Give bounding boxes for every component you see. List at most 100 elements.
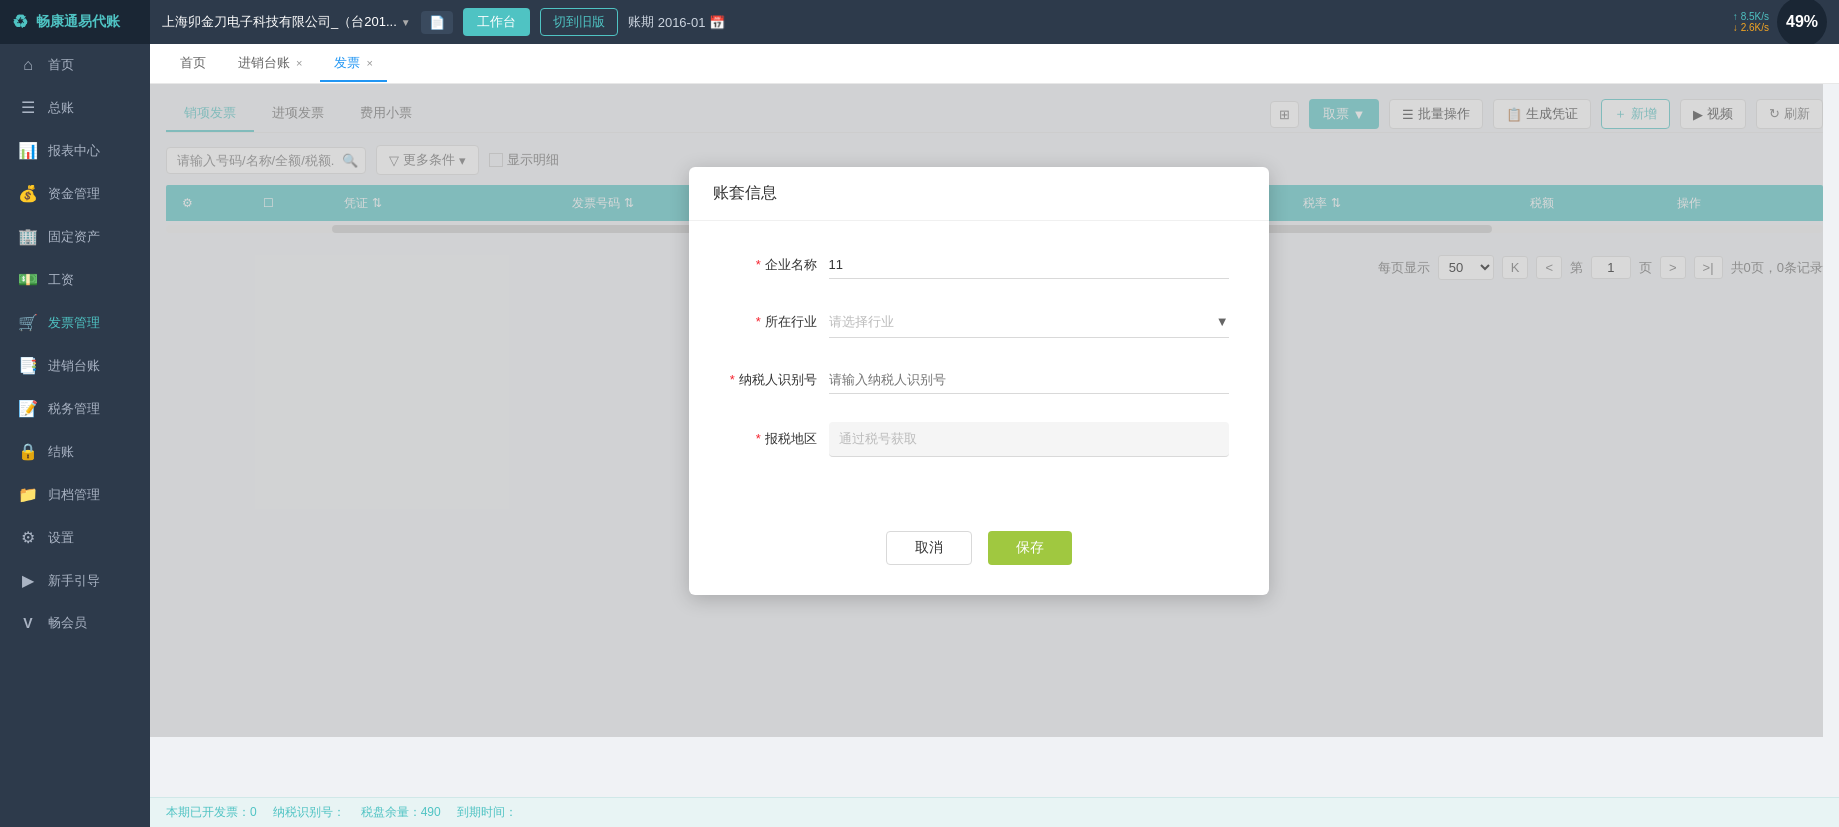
form-row-industry: * 所在行业 请选择行业 ▼ <box>729 307 1229 338</box>
cancel-button[interactable]: 取消 <box>886 531 972 565</box>
sidebar-label-ledger: 总账 <box>48 99 74 117</box>
tax-id-label-text: 纳税人识别号 <box>739 372 817 387</box>
content-area: 销项发票 进项发票 费用小票 ⊞ 取票 ▼ ☰ 批量操作 <box>150 84 1839 797</box>
sidebar-item-ledger[interactable]: ☰ 总账 <box>0 86 150 129</box>
sidebar-label-capital: 资金管理 <box>48 185 100 203</box>
breadcrumb-tab-home[interactable]: 首页 <box>166 46 220 82</box>
status-invoices[interactable]: 本期已开发票：0 <box>166 804 257 821</box>
form-row-tax-region: * 报税地区 通过税号获取 <box>729 422 1229 457</box>
required-star3: * <box>730 372 735 387</box>
sidebar-logo: ♻ 畅康通易代账 <box>0 0 150 44</box>
sidebar-item-capital[interactable]: 💰 资金管理 <box>0 172 150 215</box>
speed-indicator: 49% <box>1777 0 1827 47</box>
sidebar-label-salary: 工资 <box>48 271 74 289</box>
tax-id-label: * 纳税人识别号 <box>729 371 829 389</box>
home-icon: ⌂ <box>18 56 38 74</box>
ledger-icon: ☰ <box>18 98 38 117</box>
member-icon: V <box>18 615 38 631</box>
modal-title: 账套信息 <box>713 184 777 201</box>
status-expiry: 到期时间： <box>457 804 517 821</box>
company-arrow-icon: ▼ <box>401 17 411 28</box>
salary-icon: 💵 <box>18 270 38 289</box>
sidebar-item-settings[interactable]: ⚙ 设置 <box>0 516 150 559</box>
sidebar-label-member: 畅会员 <box>48 614 87 632</box>
capital-icon: 💰 <box>18 184 38 203</box>
breadcrumb-close-invoice[interactable]: × <box>366 57 372 69</box>
network-info: ↑ 8.5K/s ↓ 2.6K/s <box>1733 11 1769 33</box>
main-area: 上海卯金刀电子科技有限公司_（台201... ▼ 📄 工作台 切到旧版 账期 2… <box>150 0 1839 827</box>
company-name-label-text: 企业名称 <box>765 257 817 272</box>
sidebar-item-tax[interactable]: 📝 税务管理 <box>0 387 150 430</box>
archive-icon: 📁 <box>18 485 38 504</box>
breadcrumb-home-label: 首页 <box>180 54 206 72</box>
tax-region-label-text: 报税地区 <box>765 431 817 446</box>
status-tax-disk: 税盘余量：490 <box>361 804 441 821</box>
breadcrumb-invoice-label: 发票 <box>334 54 360 72</box>
sidebar-item-reports[interactable]: 📊 报表中心 <box>0 129 150 172</box>
period-value: 2016-01 <box>658 15 706 30</box>
sidebar-item-member[interactable]: V 畅会员 <box>0 602 150 644</box>
purchase-sales-icon: 📑 <box>18 356 38 375</box>
industry-placeholder: 请选择行业 <box>829 313 894 331</box>
form-row-company-name: * 企业名称 <box>729 251 1229 279</box>
sidebar-item-guide[interactable]: ▶ 新手引导 <box>0 559 150 602</box>
sidebar-item-fixed-assets[interactable]: 🏢 固定资产 <box>0 215 150 258</box>
tax-region-placeholder: 通过税号获取 <box>839 431 917 446</box>
sidebar-label-fixed-assets: 固定资产 <box>48 228 100 246</box>
logo-text: 畅康通易代账 <box>36 13 120 31</box>
tax-icon: 📝 <box>18 399 38 418</box>
status-tax-id: 纳税识别号： <box>273 804 345 821</box>
sidebar-item-invoice[interactable]: 🛒 发票管理 <box>0 301 150 344</box>
breadcrumb-purchase-label: 进销台账 <box>238 54 290 72</box>
top-bar-right: ↑ 8.5K/s ↓ 2.6K/s 49% <box>1733 0 1827 47</box>
save-button[interactable]: 保存 <box>988 531 1072 565</box>
industry-label-text: 所在行业 <box>765 314 817 329</box>
old-version-button[interactable]: 切到旧版 <box>540 8 618 36</box>
breadcrumb-bar: 首页 进销台账 × 发票 × <box>150 44 1839 84</box>
closing-icon: 🔒 <box>18 442 38 461</box>
sidebar-item-closing[interactable]: 🔒 结账 <box>0 430 150 473</box>
period-label: 账期 <box>628 13 654 31</box>
sidebar-item-home[interactable]: ⌂ 首页 <box>0 44 150 86</box>
calendar-icon[interactable]: 📅 <box>709 15 725 30</box>
doc-icon[interactable]: 📄 <box>421 11 453 34</box>
sidebar-label-reports: 报表中心 <box>48 142 100 160</box>
form-row-tax-id: * 纳税人识别号 <box>729 366 1229 394</box>
sidebar-label-settings: 设置 <box>48 529 74 547</box>
tax-region-input: 通过税号获取 <box>829 422 1229 457</box>
period-display: 账期 2016-01 📅 <box>628 13 726 31</box>
sidebar-item-salary[interactable]: 💵 工资 <box>0 258 150 301</box>
company-name-input[interactable] <box>829 251 1229 279</box>
guide-icon: ▶ <box>18 571 38 590</box>
breadcrumb-tab-invoice[interactable]: 发票 × <box>320 46 386 82</box>
company-name-text: 上海卯金刀电子科技有限公司_（台201... <box>162 13 397 31</box>
sidebar-item-purchase-sales[interactable]: 📑 进销台账 <box>0 344 150 387</box>
account-info-modal: 账套信息 * 企业名称 <box>689 167 1269 595</box>
industry-label: * 所在行业 <box>729 313 829 331</box>
fixed-assets-icon: 🏢 <box>18 227 38 246</box>
sidebar-label-guide: 新手引导 <box>48 572 100 590</box>
required-star: * <box>756 257 761 272</box>
sidebar-item-archive[interactable]: 📁 归档管理 <box>0 473 150 516</box>
sidebar-label-invoice: 发票管理 <box>48 314 100 332</box>
modal-body: * 企业名称 * 所在行业 请选择行业 <box>689 221 1269 515</box>
company-selector[interactable]: 上海卯金刀电子科技有限公司_（台201... ▼ <box>162 13 411 31</box>
logo-icon: ♻ <box>12 11 28 33</box>
required-star2: * <box>756 314 761 329</box>
industry-select[interactable]: 请选择行业 ▼ <box>829 307 1229 338</box>
sidebar-label-archive: 归档管理 <box>48 486 100 504</box>
breadcrumb-close-purchase[interactable]: × <box>296 57 302 69</box>
modal-header: 账套信息 <box>689 167 1269 221</box>
workspace-button[interactable]: 工作台 <box>463 8 530 36</box>
speed-percent: 49% <box>1786 13 1818 31</box>
breadcrumb-tab-purchase-sales[interactable]: 进销台账 × <box>224 46 316 82</box>
sidebar: ♻ 畅康通易代账 ⌂ 首页 ☰ 总账 📊 报表中心 💰 资金管理 🏢 固定资产 … <box>0 0 150 827</box>
sidebar-label-closing: 结账 <box>48 443 74 461</box>
speed-up: ↑ 8.5K/s <box>1733 11 1769 22</box>
tax-id-input[interactable] <box>829 366 1229 394</box>
company-name-label: * 企业名称 <box>729 256 829 274</box>
top-bar: 上海卯金刀电子科技有限公司_（台201... ▼ 📄 工作台 切到旧版 账期 2… <box>150 0 1839 44</box>
industry-chevron-icon: ▼ <box>1216 314 1229 329</box>
sidebar-label-home: 首页 <box>48 56 74 74</box>
invoice-icon: 🛒 <box>18 313 38 332</box>
